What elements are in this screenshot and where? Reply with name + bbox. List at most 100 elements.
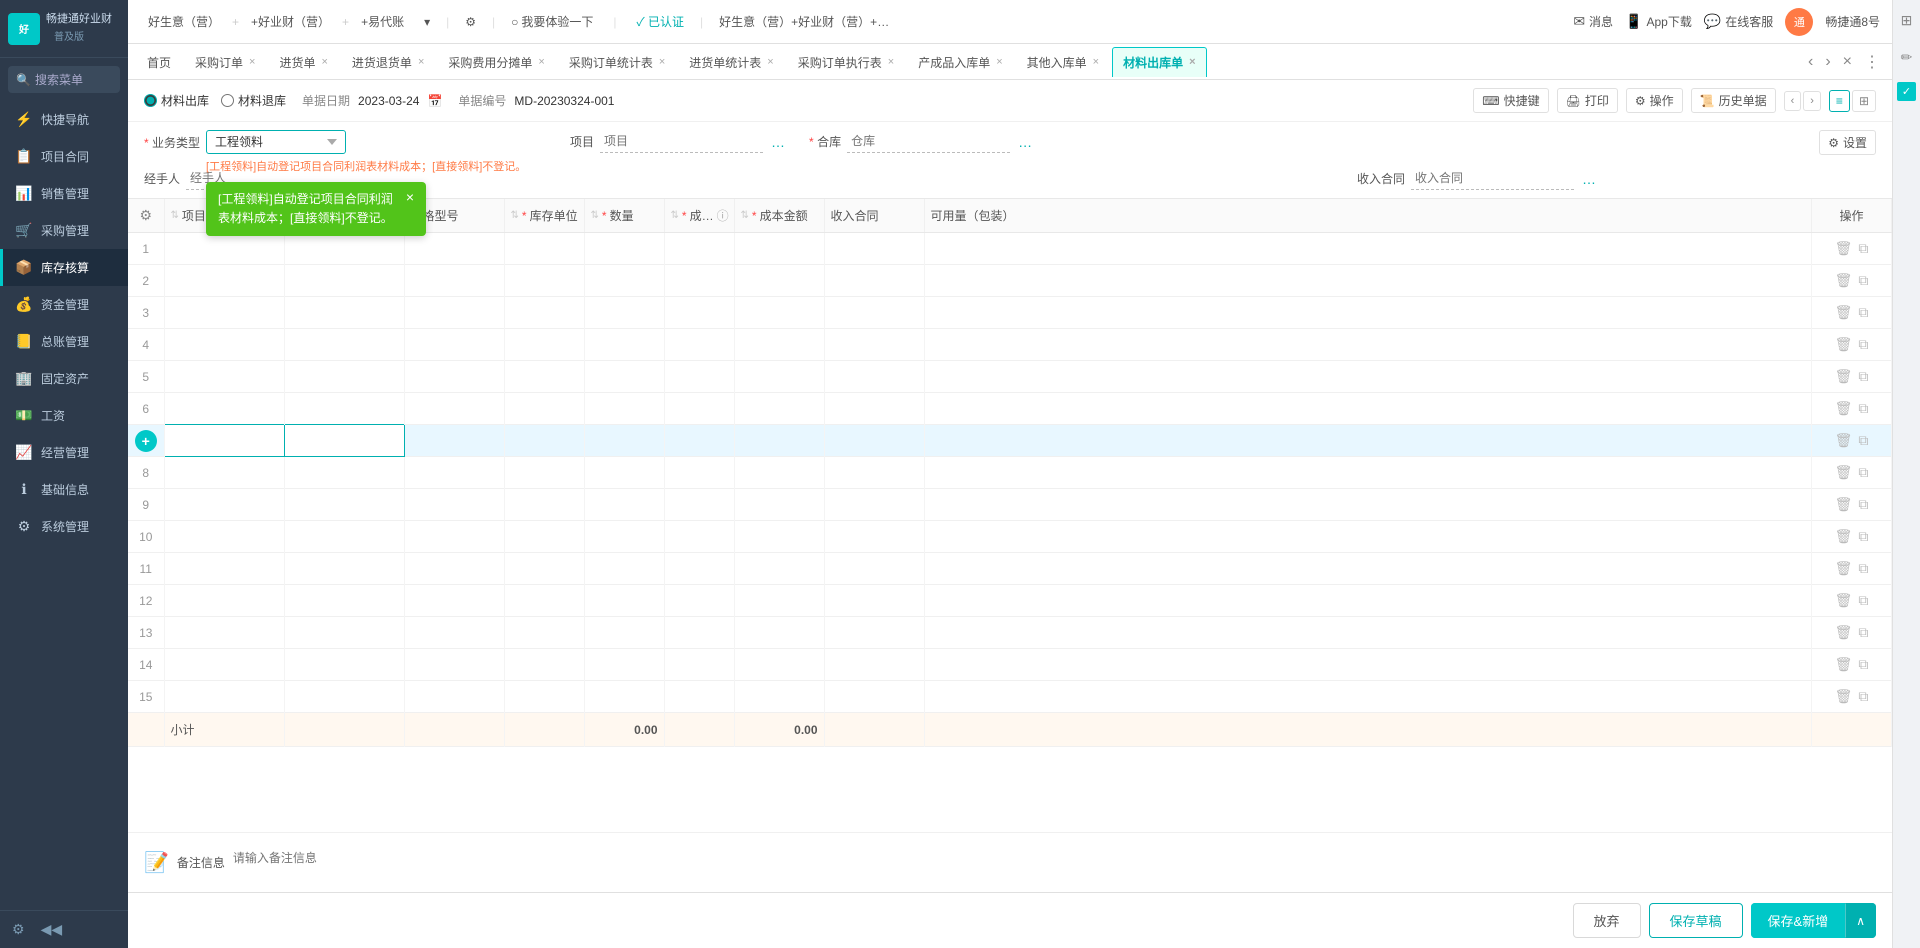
delete-icon[interactable]: 🗑: [1835, 656, 1853, 673]
copy-icon[interactable]: ⧉: [1858, 560, 1868, 577]
delete-icon[interactable]: 🗑: [1835, 272, 1853, 289]
copy-icon[interactable]: ⧉: [1858, 336, 1868, 353]
save-new-button[interactable]: 保存&新增: [1751, 903, 1846, 938]
delete-icon[interactable]: 🗑: [1835, 464, 1853, 481]
save-draft-button[interactable]: 保存草稿: [1649, 903, 1743, 938]
collapse-icon[interactable]: ◀◀: [41, 921, 63, 938]
quick-key-btn[interactable]: ⌨ 快捷键: [1473, 88, 1548, 113]
tab-close-icon[interactable]: ×: [418, 56, 424, 68]
delete-icon[interactable]: 🗑: [1835, 496, 1853, 513]
copy-icon[interactable]: ⧉: [1858, 304, 1868, 321]
cost-info-icon[interactable]: ⓘ: [717, 207, 729, 224]
topbar-service[interactable]: 💬 在线客服: [1704, 13, 1773, 30]
operation-btn[interactable]: ⚙ 操作: [1626, 88, 1683, 113]
delete-icon[interactable]: 🗑: [1835, 528, 1853, 545]
tab-close-icon[interactable]: ×: [1093, 56, 1099, 68]
print-btn[interactable]: 🖨 打印: [1557, 88, 1618, 113]
row7-material-input[interactable]: [291, 434, 398, 448]
panel-icon-2[interactable]: ✏: [1897, 45, 1917, 70]
doc-settings-btn[interactable]: ⚙ 设置: [1819, 130, 1876, 155]
tab-menu-icon[interactable]: ⋮: [1860, 50, 1884, 74]
delete-icon[interactable]: 🗑: [1835, 688, 1853, 705]
discard-button[interactable]: 放弃: [1573, 903, 1641, 938]
tab-close-icon[interactable]: ×: [1189, 56, 1195, 68]
delete-icon[interactable]: 🗑: [1835, 592, 1853, 609]
warehouse-input[interactable]: [847, 130, 1010, 153]
tab-close-icon[interactable]: ×: [538, 56, 544, 68]
delete-icon[interactable]: 🗑: [1835, 400, 1853, 417]
topbar-app[interactable]: 📱 App下载: [1625, 13, 1692, 30]
biz-type-select[interactable]: 工程领料 直接领料: [206, 130, 346, 154]
tab-close-icon[interactable]: ×: [249, 56, 255, 68]
tab-incoming[interactable]: 进货单 ×: [268, 47, 338, 77]
copy-icon[interactable]: ⧉: [1858, 240, 1868, 257]
contract-dots-btn[interactable]: …: [1582, 171, 1596, 187]
nav-more[interactable]: 好生意（营）+好业财（营）+…: [711, 9, 897, 34]
copy-icon[interactable]: ⧉: [1858, 496, 1868, 513]
tab-material-out[interactable]: 材料出库单 ×: [1112, 47, 1206, 77]
copy-icon[interactable]: ⧉: [1858, 528, 1868, 545]
tab-close-icon[interactable]: ×: [767, 56, 773, 68]
delete-icon[interactable]: 🗑: [1835, 368, 1853, 385]
grid-view-btn[interactable]: ⊞: [1852, 90, 1876, 112]
nav-yidaizhang[interactable]: +易代账: [353, 9, 412, 34]
delete-icon[interactable]: 🗑: [1835, 304, 1853, 321]
history-btn[interactable]: 📜 历史单据: [1691, 88, 1776, 113]
project-dots-btn[interactable]: …: [771, 134, 785, 150]
sidebar-item-project[interactable]: 📋 项目合同: [0, 138, 128, 175]
sidebar-search[interactable]: 🔍 搜索菜单: [8, 66, 120, 93]
next-btn[interactable]: ›: [1803, 91, 1821, 111]
delete-icon[interactable]: 🗑: [1835, 560, 1853, 577]
copy-icon[interactable]: ⧉: [1858, 432, 1868, 449]
nav-settings-icon[interactable]: ⚙: [457, 11, 484, 33]
sidebar-item-ledger[interactable]: 📒 总账管理: [0, 323, 128, 360]
tab-purchase-expense[interactable]: 采购费用分摊单 ×: [437, 47, 555, 77]
copy-icon[interactable]: ⧉: [1858, 368, 1868, 385]
nav-dropdown[interactable]: ▾: [416, 11, 438, 33]
sidebar-item-funds[interactable]: 💰 资金管理: [0, 286, 128, 323]
project-input[interactable]: [600, 130, 763, 153]
calendar-icon[interactable]: 📅: [427, 94, 442, 108]
panel-icon-3[interactable]: ✓: [1897, 82, 1916, 101]
sidebar-item-assets[interactable]: 🏢 固定资产: [0, 360, 128, 397]
sidebar-item-system[interactable]: ⚙ 系统管理: [0, 508, 128, 545]
sidebar-item-quick[interactable]: ⚡ 快捷导航: [0, 101, 128, 138]
copy-icon[interactable]: ⧉: [1858, 272, 1868, 289]
radio-material-return[interactable]: 材料退库: [221, 92, 286, 109]
sidebar-item-payroll[interactable]: 💵 工资: [0, 397, 128, 434]
tab-next-icon[interactable]: ›: [1821, 51, 1834, 73]
warehouse-dots-btn[interactable]: …: [1018, 134, 1032, 150]
tab-close-icon[interactable]: ×: [888, 56, 894, 68]
delete-icon[interactable]: 🗑: [1835, 432, 1853, 449]
tab-close-icon[interactable]: ×: [659, 56, 665, 68]
sidebar-item-inventory[interactable]: 📦 库存核算: [0, 249, 128, 286]
panel-icon-1[interactable]: ⊞: [1897, 8, 1917, 33]
copy-icon[interactable]: ⧉: [1858, 656, 1868, 673]
add-row-btn[interactable]: +: [135, 430, 157, 452]
copy-icon[interactable]: ⧉: [1858, 688, 1868, 705]
list-view-btn[interactable]: ≡: [1829, 90, 1850, 112]
tab-purchase-stat[interactable]: 采购订单统计表 ×: [558, 47, 676, 77]
settings-icon[interactable]: ⚙: [12, 921, 25, 938]
save-new-arrow[interactable]: ∧: [1845, 903, 1876, 938]
contract-input[interactable]: [1411, 167, 1574, 190]
copy-icon[interactable]: ⧉: [1858, 592, 1868, 609]
sidebar-item-sales[interactable]: 📊 销售管理: [0, 175, 128, 212]
tab-incoming-return[interactable]: 进货退货单 ×: [341, 47, 435, 77]
row7-project-input[interactable]: [171, 434, 278, 448]
table-settings-icon[interactable]: ⚙: [139, 207, 152, 223]
delete-icon[interactable]: 🗑: [1835, 240, 1853, 257]
nav-haoshengyi[interactable]: 好生意（营）: [140, 9, 228, 34]
tab-product-in[interactable]: 产成品入库单 ×: [907, 47, 1013, 77]
sidebar-item-purchase[interactable]: 🛒 采购管理: [0, 212, 128, 249]
delete-icon[interactable]: 🗑: [1835, 624, 1853, 641]
tab-incoming-stat[interactable]: 进货单统计表 ×: [678, 47, 784, 77]
tab-purchase-order[interactable]: 采购订单 ×: [184, 47, 266, 77]
copy-icon[interactable]: ⧉: [1858, 624, 1868, 641]
delete-icon[interactable]: 🗑: [1835, 336, 1853, 353]
radio-material-out[interactable]: 材料出库: [144, 92, 209, 109]
tab-close-all-icon[interactable]: ×: [1839, 51, 1856, 73]
nav-haoyecai[interactable]: +好业财（营）: [243, 9, 338, 34]
sidebar-item-info[interactable]: ℹ 基础信息: [0, 471, 128, 508]
tab-prev-icon[interactable]: ‹: [1804, 51, 1817, 73]
